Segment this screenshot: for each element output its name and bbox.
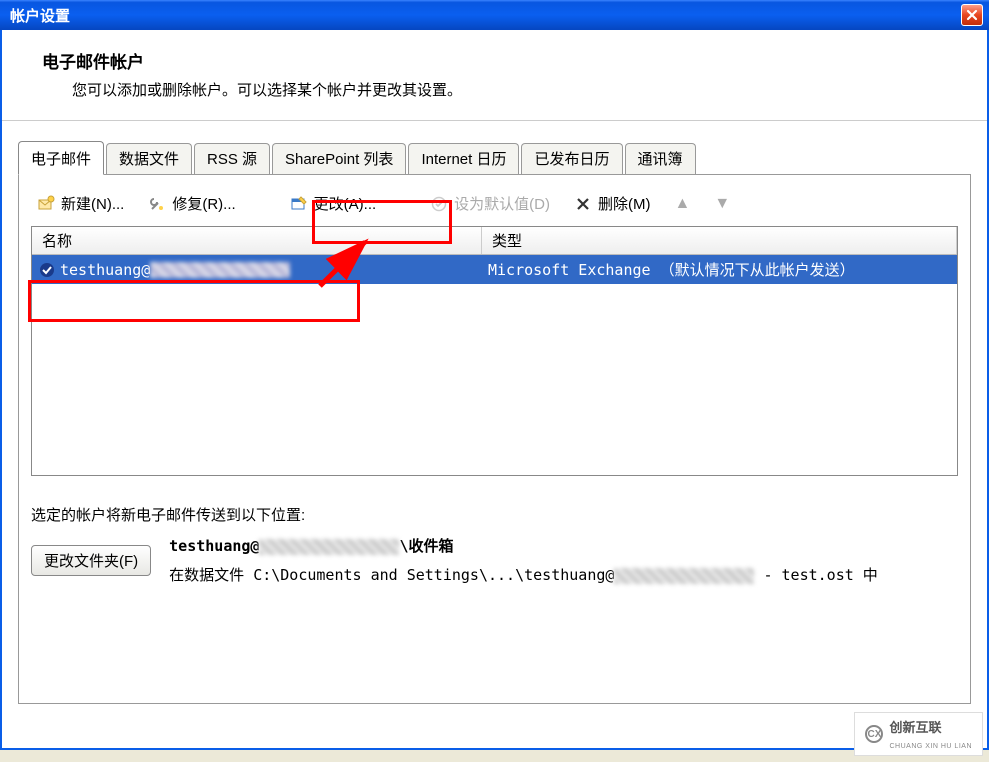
- list-header: 名称 类型: [32, 227, 957, 255]
- header-section: 电子邮件帐户 您可以添加或删除帐户。可以选择某个帐户并更改其设置。: [2, 30, 987, 121]
- watermark: CX 创新互联 CHUANG XIN HU LIAN: [854, 712, 983, 756]
- tab-strip: 电子邮件 数据文件 RSS 源 SharePoint 列表 Internet 日…: [2, 121, 987, 174]
- new-icon: [37, 195, 55, 213]
- change-folder-button[interactable]: 更改文件夹(F): [31, 545, 151, 576]
- header-description: 您可以添加或删除帐户。可以选择某个帐户并更改其设置。: [72, 79, 957, 100]
- default-account-icon: [38, 261, 56, 279]
- dialog-body: 电子邮件帐户 您可以添加或删除帐户。可以选择某个帐户并更改其设置。 电子邮件 数…: [0, 30, 989, 750]
- table-row[interactable]: testhuang@ Microsoft Exchange （默认情况下从此帐户…: [32, 255, 957, 284]
- watermark-sub: CHUANG XIN HU LIAN: [889, 743, 972, 750]
- redacted-domain: [259, 539, 399, 555]
- header-title: 电子邮件帐户: [42, 48, 957, 73]
- delivery-path-prefix: testhuang@: [169, 537, 259, 555]
- delete-button[interactable]: 删除(M): [570, 191, 655, 216]
- tab-address-book[interactable]: 通讯簿: [625, 143, 696, 174]
- move-up-button: ▲: [670, 193, 694, 215]
- tab-internet-calendar[interactable]: Internet 日历: [408, 143, 519, 174]
- titlebar: 帐户设置: [0, 0, 989, 30]
- redacted-domain: [614, 568, 754, 584]
- account-type: Microsoft Exchange （默认情况下从此帐户发送）: [482, 255, 957, 284]
- tab-panel-email: 新建(N)... 修复(R)... 更改(A)... 设为默认值(D): [18, 174, 971, 704]
- tab-data-files[interactable]: 数据文件: [106, 143, 192, 174]
- data-file-suffix: - test.ost 中: [754, 566, 877, 584]
- close-button[interactable]: [961, 4, 983, 26]
- data-file-prefix: 在数据文件 C:\Documents and Settings\...\test…: [169, 566, 614, 584]
- tab-sharepoint[interactable]: SharePoint 列表: [272, 143, 406, 174]
- check-circle-icon: [430, 195, 448, 213]
- watermark-text: 创新互联: [889, 720, 941, 735]
- tab-published-calendar[interactable]: 已发布日历: [521, 143, 622, 174]
- watermark-icon: CX: [865, 725, 883, 743]
- account-name-prefix: testhuang@: [60, 261, 150, 279]
- delivery-path-suffix: \收件箱: [399, 537, 453, 555]
- account-list: 名称 类型 testhuang@ Microsoft Exchange （默认情…: [31, 226, 958, 476]
- window-title: 帐户设置: [10, 5, 70, 26]
- redacted-domain: [150, 262, 290, 278]
- change-button[interactable]: 更改(A)...: [286, 191, 381, 216]
- change-icon: [290, 195, 308, 213]
- tab-email[interactable]: 电子邮件: [18, 141, 104, 175]
- set-default-button: 设为默认值(D): [426, 191, 554, 216]
- toolbar: 新建(N)... 修复(R)... 更改(A)... 设为默认值(D): [31, 189, 958, 226]
- delivery-section: 选定的帐户将新电子邮件传送到以下位置: 更改文件夹(F) testhuang@ \…: [31, 504, 958, 585]
- repair-icon: [148, 195, 166, 213]
- delete-icon: [574, 195, 592, 213]
- col-header-name[interactable]: 名称: [32, 227, 482, 254]
- move-down-button: ▼: [710, 193, 734, 215]
- new-button[interactable]: 新建(N)...: [33, 191, 128, 216]
- tab-rss[interactable]: RSS 源: [194, 143, 270, 174]
- col-header-type[interactable]: 类型: [482, 227, 957, 254]
- repair-button[interactable]: 修复(R)...: [144, 191, 239, 216]
- delivery-label: 选定的帐户将新电子邮件传送到以下位置:: [31, 504, 958, 525]
